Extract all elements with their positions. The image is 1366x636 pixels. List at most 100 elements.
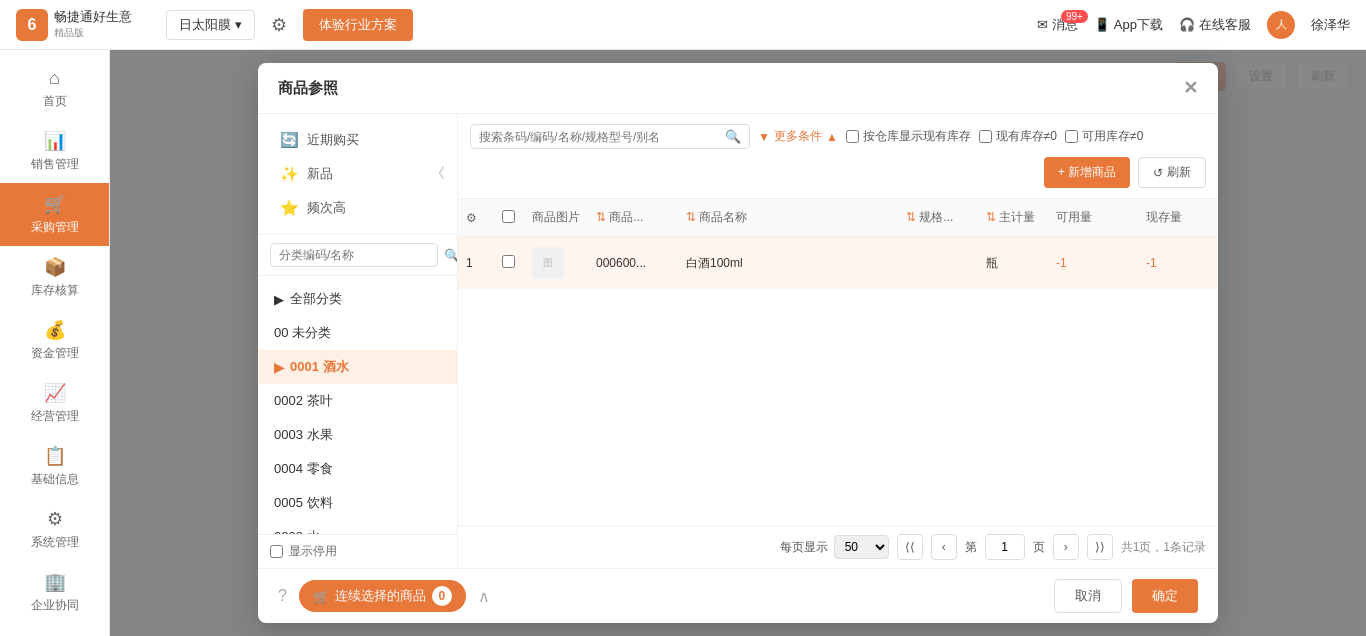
cancel-button[interactable]: 取消 (1054, 579, 1122, 613)
page-input[interactable] (985, 534, 1025, 560)
product-table: ⚙ 商品图片 ⇅ 商品... (458, 199, 1218, 290)
category-search-input[interactable] (270, 243, 438, 267)
category-all[interactable]: ▶ 全部分类 (258, 282, 457, 316)
recent-purchase-item[interactable]: 🔄 近期购买 (270, 124, 431, 156)
right-panel: 🔍 ▼ 更多条件 ▲ 按仓库显示现有库存 (458, 114, 1218, 568)
avatar: 人 (1267, 11, 1295, 39)
sidebar-item-corp[interactable]: 🏢 企业协同 (0, 561, 109, 624)
message-badge: 99+ (1061, 10, 1088, 23)
operation-icon: 📈 (44, 382, 66, 404)
sort-icon: ⇅ (986, 210, 996, 224)
add-product-button[interactable]: + 新增商品 (1044, 157, 1130, 188)
product-search-input[interactable] (479, 130, 725, 144)
cell-check[interactable] (494, 237, 524, 290)
category-search-icon[interactable]: 🔍 (444, 248, 458, 263)
next-page-button[interactable]: › (1053, 534, 1079, 560)
show-disabled-label: 显示停用 (289, 543, 337, 560)
confirm-button[interactable]: 确定 (1132, 579, 1198, 613)
category-0003[interactable]: 0003 水果 (258, 418, 457, 452)
category-0004[interactable]: 0004 零食 (258, 452, 457, 486)
more-filter-button[interactable]: ▼ 更多条件 ▲ (758, 128, 838, 145)
modal-header: 商品参照 ✕ (258, 63, 1218, 114)
category-0008[interactable]: 0008 水 (258, 520, 457, 534)
last-page-button[interactable]: ⟩⟩ (1087, 534, 1113, 560)
th-check (494, 199, 524, 237)
modal-body: 🔄 近期购买 ✨ 新品 ⭐ 频次高 (258, 114, 1218, 568)
logo-line2: 精品版 (54, 26, 132, 40)
search-icon[interactable]: 🔍 (725, 129, 741, 144)
current-stock-input[interactable] (979, 130, 992, 143)
table-head: ⚙ 商品图片 ⇅ 商品... (458, 199, 1218, 237)
settings-icon[interactable]: ⚙ (466, 211, 477, 225)
category-0002[interactable]: 0002 茶叶 (258, 384, 457, 418)
corp-icon: 🏢 (44, 571, 66, 593)
pagination: 每页显示 50 10 20 100 ⟨⟨ ‹ 第 (458, 525, 1218, 568)
cell-code: 000600... (588, 237, 678, 290)
th-code[interactable]: ⇅ 商品... (588, 199, 678, 237)
checkbox-current-stock[interactable]: 现有库存≠0 (979, 128, 1057, 145)
cell-name: 白酒100ml (678, 237, 898, 290)
checkbox-avail-stock[interactable]: 可用库存≠0 (1065, 128, 1143, 145)
footer-right: 取消 确定 (1054, 579, 1198, 613)
category-0005[interactable]: 0005 饮料 (258, 486, 457, 520)
username: 徐泽华 (1311, 16, 1350, 34)
close-icon[interactable]: ✕ (1183, 77, 1198, 99)
category-0001[interactable]: ▶ 0001 酒水 (258, 350, 457, 384)
th-unit[interactable]: ⇅ 主计量 (978, 199, 1048, 237)
category-00[interactable]: 00 未分类 (258, 316, 457, 350)
collapse-panel-icon[interactable]: 《 (431, 165, 445, 183)
select-all-checkbox[interactable] (502, 210, 515, 223)
th-spec[interactable]: ⇅ 规格... (898, 199, 978, 237)
app-download-button[interactable]: 📱 App下载 (1094, 16, 1163, 34)
cta-button[interactable]: 体验行业方案 (303, 9, 413, 41)
warehouse-checkbox-input[interactable] (846, 130, 859, 143)
sort-icon: ⇅ (906, 210, 916, 224)
help-icon[interactable]: ? (278, 587, 287, 605)
online-service-button[interactable]: 🎧 在线客服 (1179, 16, 1251, 34)
nav-center: 日太阳膜 ▾ ⚙ 体验行业方案 (146, 9, 1037, 41)
avail-stock-input[interactable] (1065, 130, 1078, 143)
category-search: 🔍 (258, 235, 457, 276)
sidebar-label-purchase: 采购管理 (31, 219, 79, 236)
new-product-item[interactable]: ✨ 新品 (270, 158, 431, 190)
new-label: 新品 (307, 165, 333, 183)
sidebar-item-finance[interactable]: 💰 资金管理 (0, 309, 109, 372)
gear-icon[interactable]: ⚙ (263, 9, 295, 41)
page-size-select[interactable]: 50 10 20 100 (834, 535, 889, 559)
logo-icon: 6 (16, 9, 48, 41)
sort-icon: ⇅ (596, 210, 606, 224)
th-name[interactable]: ⇅ 商品名称 (678, 199, 898, 237)
cart-button[interactable]: 🛒 连续选择的商品 0 (299, 580, 466, 612)
category-label: 0004 零食 (274, 460, 333, 478)
phone-icon: 📱 (1094, 17, 1110, 32)
sidebar-item-guide[interactable]: 📖 新手引导 (0, 624, 109, 636)
row-checkbox[interactable] (502, 255, 515, 268)
sidebar-item-operation[interactable]: 📈 经营管理 (0, 372, 109, 435)
sidebar-item-basic[interactable]: 📋 基础信息 (0, 435, 109, 498)
sidebar-item-sales[interactable]: 📊 销售管理 (0, 120, 109, 183)
sidebar-item-purchase[interactable]: 🛒 采购管理 (0, 183, 109, 246)
frequent-item[interactable]: ⭐ 频次高 (270, 192, 431, 224)
table-row[interactable]: 1 图 000600... 白酒100ml (458, 237, 1218, 290)
sidebar-item-system[interactable]: ⚙ 系统管理 (0, 498, 109, 561)
category-label: 0001 酒水 (290, 358, 349, 376)
store-dropdown[interactable]: 日太阳膜 ▾ (166, 10, 255, 40)
chevron-down-icon: ▾ (235, 17, 242, 32)
star-icon: ⭐ (280, 199, 299, 217)
checkbox-warehouse[interactable]: 按仓库显示现有库存 (846, 128, 971, 145)
show-disabled-input[interactable] (270, 545, 283, 558)
product-search-wrap: 🔍 (470, 124, 750, 149)
category-label: 00 未分类 (274, 324, 331, 342)
sidebar-item-home[interactable]: ⌂ 首页 (0, 58, 109, 120)
refresh-button[interactable]: ↺ 刷新 (1138, 157, 1206, 188)
first-page-button[interactable]: ⟨⟨ (897, 534, 923, 560)
message-button[interactable]: ✉ 消息 99+ (1037, 16, 1078, 34)
cell-spec (898, 237, 978, 290)
collapse-footer-icon[interactable]: ∧ (478, 587, 490, 606)
show-disabled-checkbox[interactable]: 显示停用 (270, 543, 445, 560)
sidebar-label-sales: 销售管理 (31, 156, 79, 173)
table-body: 1 图 000600... 白酒100ml (458, 237, 1218, 290)
th-settings[interactable]: ⚙ (458, 199, 494, 237)
prev-page-button[interactable]: ‹ (931, 534, 957, 560)
sidebar-item-inventory[interactable]: 📦 库存核算 (0, 246, 109, 309)
